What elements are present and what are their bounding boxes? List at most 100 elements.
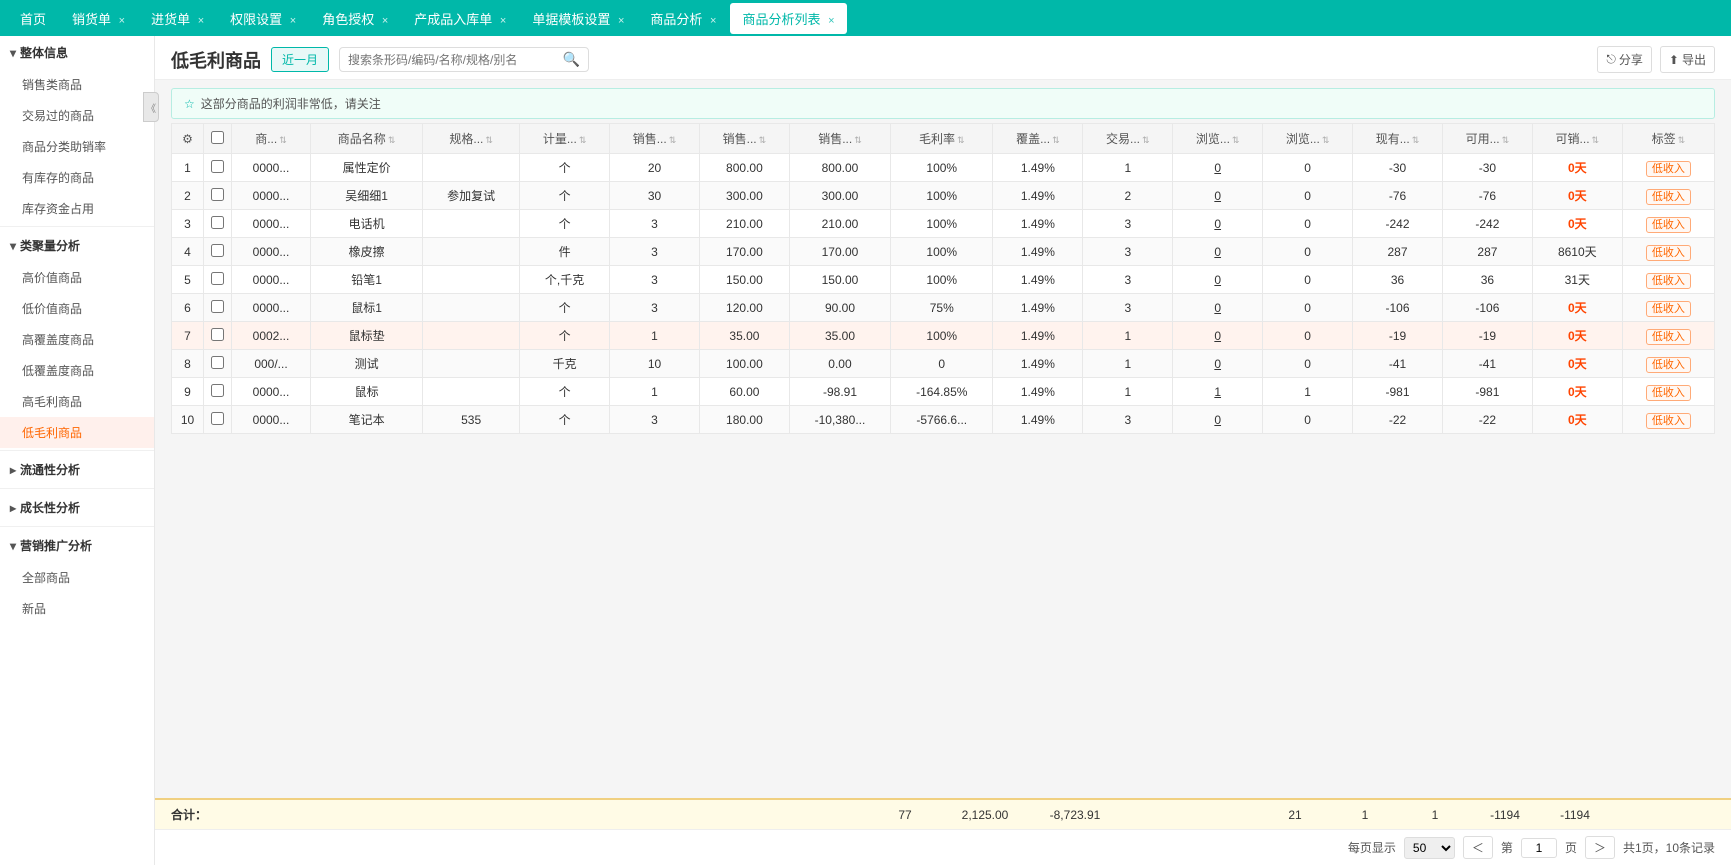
nav-permission[interactable]: 权限设置 × <box>218 3 308 34</box>
row-browse1[interactable]: 0 <box>1173 210 1263 238</box>
col-gear[interactable]: ⚙ <box>172 124 204 154</box>
row-code[interactable]: 0002... <box>232 322 311 350</box>
row-code[interactable]: 000/... <box>232 350 311 378</box>
col-code[interactable]: 商...⇅ <box>232 124 311 154</box>
nav-analysis[interactable]: 商品分析 × <box>638 3 728 34</box>
sidebar-item-high-value[interactable]: 高价值商品 <box>0 262 154 293</box>
export-btn[interactable]: ⬆ 导出 <box>1660 46 1715 73</box>
sidebar-item-low-coverage[interactable]: 低覆盖度商品 <box>0 355 154 386</box>
row-code[interactable]: 0000... <box>232 294 311 322</box>
row-code[interactable]: 0000... <box>232 210 311 238</box>
row-checkbox[interactable] <box>204 266 232 294</box>
nav-sales-close[interactable]: × <box>119 15 125 27</box>
row-code[interactable]: 0000... <box>232 266 311 294</box>
col-name[interactable]: 商品名称⇅ <box>311 124 423 154</box>
row-name[interactable]: 吴细细1 <box>311 182 423 210</box>
sidebar-item-traded-goods[interactable]: 交易过的商品 <box>0 100 154 131</box>
row-code[interactable]: 0000... <box>232 182 311 210</box>
row-browse1[interactable]: 0 <box>1173 322 1263 350</box>
row-name[interactable]: 测试 <box>311 350 423 378</box>
sidebar-group-overall[interactable]: ▾ 整体信息 <box>0 36 154 69</box>
sidebar-collapse-btn[interactable]: 《 <box>143 92 159 122</box>
row-name[interactable]: 铅笔1 <box>311 266 423 294</box>
col-tag[interactable]: 标签⇅ <box>1622 124 1714 154</box>
search-input[interactable] <box>348 53 563 67</box>
row-checkbox[interactable] <box>204 350 232 378</box>
row-name[interactable]: 鼠标 <box>311 378 423 406</box>
col-coverage[interactable]: 覆盖...⇅ <box>993 124 1083 154</box>
nav-role[interactable]: 角色授权 × <box>310 3 400 34</box>
row-name[interactable]: 鼠标1 <box>311 294 423 322</box>
nav-permission-close[interactable]: × <box>290 15 296 27</box>
filter-recent-month-btn[interactable]: 近一月 <box>271 47 329 72</box>
col-transaction[interactable]: 交易...⇅ <box>1083 124 1173 154</box>
table-row[interactable]: 1 0000... 属性定价 个 20 800.00 800.00 100% 1… <box>172 154 1715 182</box>
row-checkbox[interactable] <box>204 406 232 434</box>
col-margin[interactable]: 毛利率⇅ <box>891 124 993 154</box>
sidebar-item-in-stock[interactable]: 有库存的商品 <box>0 162 154 193</box>
sidebar-item-all-goods[interactable]: 全部商品 <box>0 562 154 593</box>
row-code[interactable]: 0000... <box>232 378 311 406</box>
row-browse1[interactable]: 0 <box>1173 154 1263 182</box>
col-current[interactable]: 现有...⇅ <box>1353 124 1443 154</box>
sidebar-item-stock-capital[interactable]: 库存资金占用 <box>0 193 154 224</box>
nav-template[interactable]: 单据模板设置 × <box>520 3 636 34</box>
nav-purchase[interactable]: 进货单 × <box>139 3 216 34</box>
row-code[interactable]: 0000... <box>232 154 311 182</box>
row-browse1[interactable]: 0 <box>1173 350 1263 378</box>
row-checkbox[interactable] <box>204 182 232 210</box>
per-page-select[interactable]: 50 100 200 <box>1404 837 1455 859</box>
row-code[interactable]: 0000... <box>232 238 311 266</box>
row-browse1[interactable]: 0 <box>1173 406 1263 434</box>
col-check[interactable] <box>204 124 232 154</box>
col-sales-amount[interactable]: 销售...⇅ <box>699 124 789 154</box>
table-row[interactable]: 3 0000... 电话机 个 3 210.00 210.00 100% 1.4… <box>172 210 1715 238</box>
nav-analysis-list[interactable]: 商品分析列表 × <box>730 3 846 34</box>
nav-home[interactable]: 首页 <box>8 3 58 34</box>
table-row[interactable]: 2 0000... 吴细细1 参加复试 个 30 300.00 300.00 1… <box>172 182 1715 210</box>
nav-analysis-close[interactable]: × <box>710 15 716 27</box>
row-checkbox[interactable] <box>204 378 232 406</box>
nav-analysis-list-close[interactable]: × <box>828 15 834 27</box>
row-name[interactable]: 笔记本 <box>311 406 423 434</box>
col-spec[interactable]: 规格...⇅ <box>423 124 520 154</box>
sidebar-item-high-margin[interactable]: 高毛利商品 <box>0 386 154 417</box>
row-name[interactable]: 橡皮擦 <box>311 238 423 266</box>
sidebar-item-high-coverage[interactable]: 高覆盖度商品 <box>0 324 154 355</box>
table-row[interactable]: 9 0000... 鼠标 个 1 60.00 -98.91 -164.85% 1… <box>172 378 1715 406</box>
page-number-input[interactable] <box>1521 838 1557 858</box>
nav-product-entry-close[interactable]: × <box>500 15 506 27</box>
row-checkbox[interactable] <box>204 322 232 350</box>
row-browse1[interactable]: 0 <box>1173 238 1263 266</box>
nav-product-entry[interactable]: 产成品入库单 × <box>402 3 518 34</box>
col-sellable[interactable]: 可销...⇅ <box>1532 124 1622 154</box>
nav-sales[interactable]: 销货单 × <box>60 3 137 34</box>
row-browse1[interactable]: 0 <box>1173 182 1263 210</box>
table-row[interactable]: 10 0000... 笔记本 535 个 3 180.00 -10,380...… <box>172 406 1715 434</box>
table-row[interactable]: 7 0002... 鼠标垫 个 1 35.00 35.00 100% 1.49%… <box>172 322 1715 350</box>
select-all-checkbox[interactable] <box>211 131 224 144</box>
nav-template-close[interactable]: × <box>618 15 624 27</box>
table-row[interactable]: 4 0000... 橡皮擦 件 3 170.00 170.00 100% 1.4… <box>172 238 1715 266</box>
sidebar-group-growth[interactable]: ▸ 成长性分析 <box>0 491 154 524</box>
row-browse1[interactable]: 0 <box>1173 266 1263 294</box>
row-name[interactable]: 鼠标垫 <box>311 322 423 350</box>
col-browse1[interactable]: 浏览...⇅ <box>1173 124 1263 154</box>
nav-role-close[interactable]: × <box>382 15 388 27</box>
table-row[interactable]: 6 0000... 鼠标1 个 3 120.00 90.00 75% 1.49%… <box>172 294 1715 322</box>
row-checkbox[interactable] <box>204 154 232 182</box>
sidebar-item-low-margin[interactable]: 低毛利商品 <box>0 417 154 448</box>
sidebar-group-cluster[interactable]: ▾ 类聚量分析 <box>0 229 154 262</box>
row-browse1[interactable]: 0 <box>1173 294 1263 322</box>
table-row[interactable]: 8 000/... 测试 千克 10 100.00 0.00 0 1.49% 1… <box>172 350 1715 378</box>
row-name[interactable]: 电话机 <box>311 210 423 238</box>
col-sales-profit[interactable]: 销售...⇅ <box>789 124 890 154</box>
col-sales-qty[interactable]: 销售...⇅ <box>610 124 700 154</box>
col-usable[interactable]: 可用...⇅ <box>1442 124 1532 154</box>
row-checkbox[interactable] <box>204 210 232 238</box>
table-row[interactable]: 5 0000... 铅笔1 个,千克 3 150.00 150.00 100% … <box>172 266 1715 294</box>
col-unit[interactable]: 计量...⇅ <box>520 124 610 154</box>
sidebar-item-low-value[interactable]: 低价值商品 <box>0 293 154 324</box>
sidebar-item-category-rate[interactable]: 商品分类助销率 <box>0 131 154 162</box>
sidebar-group-marketing[interactable]: ▾ 营销推广分析 <box>0 529 154 562</box>
